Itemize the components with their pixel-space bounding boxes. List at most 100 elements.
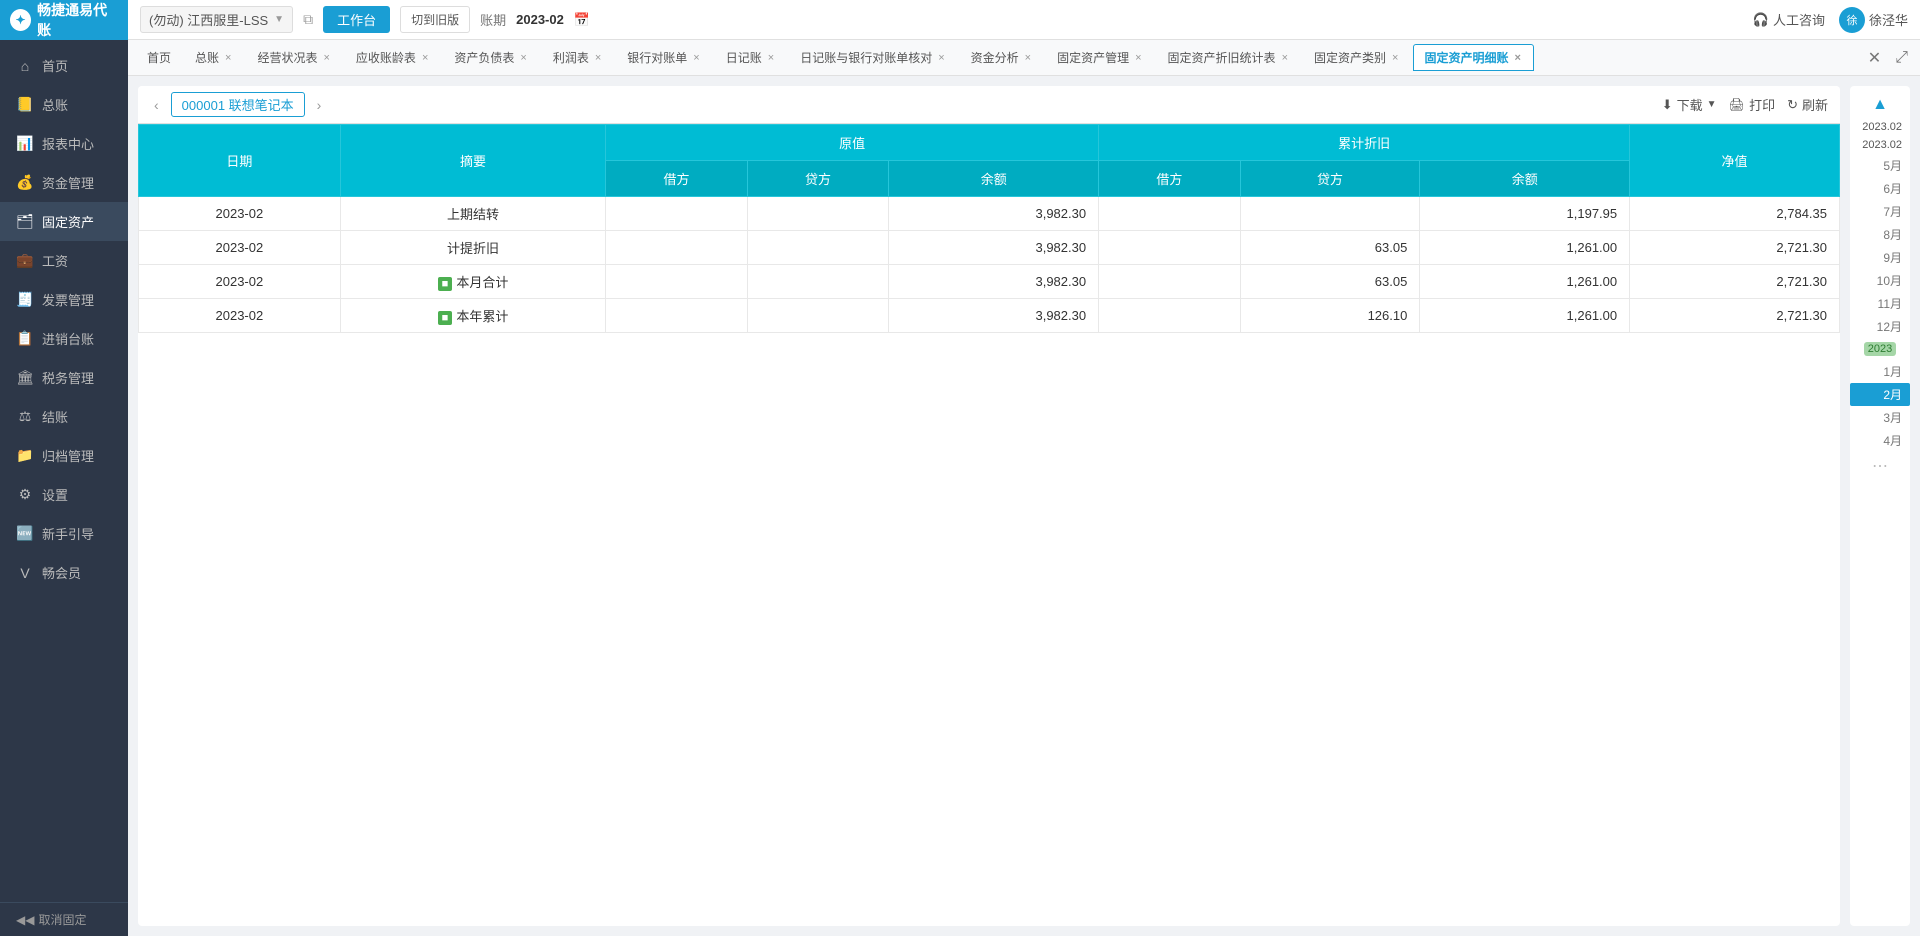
tab-bank[interactable]: 银行对账单 × bbox=[616, 44, 712, 71]
timeline-month-5[interactable]: 5月 bbox=[1850, 154, 1910, 177]
sidebar-item-label: 报表中心 bbox=[42, 134, 94, 153]
sidebar-item-label: 发票管理 bbox=[42, 290, 94, 309]
tab-ledger[interactable]: 总账 × bbox=[184, 44, 244, 71]
tab-label: 日记账 bbox=[726, 49, 762, 66]
timeline-up-button[interactable]: ▲ bbox=[1868, 92, 1892, 118]
sidebar-item-home[interactable]: ⌂ 首页 bbox=[0, 46, 128, 85]
tab-close-icon[interactable]: × bbox=[518, 51, 528, 65]
refresh-button[interactable]: ↻ 刷新 bbox=[1787, 95, 1828, 114]
sidebar-item-settlement[interactable]: ⚖ 结账 bbox=[0, 397, 128, 436]
sidebar-item-ledger[interactable]: 📒 总账 bbox=[0, 85, 128, 124]
col-accum-credit: 贷方 bbox=[1240, 161, 1420, 197]
table-row: 2023-02 ■本月合计 3,982.30 63.05 1,261.00 2,… bbox=[139, 265, 1840, 299]
timeline-month-11[interactable]: 11月 bbox=[1850, 292, 1910, 315]
tab-asset-mgmt[interactable]: 固定资产管理 × bbox=[1046, 44, 1154, 71]
refresh-icon: ↻ bbox=[1787, 97, 1798, 113]
tab-profit[interactable]: 利润表 × bbox=[542, 44, 614, 71]
tab-close-icon[interactable]: × bbox=[321, 51, 331, 65]
cell-date: 2023-02 bbox=[139, 231, 341, 265]
tab-home[interactable]: 首页 bbox=[136, 44, 182, 71]
timeline-month-4[interactable]: 4月 bbox=[1850, 429, 1910, 452]
company-selector[interactable]: (勿动) 江西服里-LSS ▼ bbox=[140, 6, 293, 33]
sidebar-item-assets[interactable]: 🗂 固定资产 bbox=[0, 202, 128, 241]
sidebar-item-label: 工资 bbox=[42, 251, 68, 270]
table-row: 2023-02 上期结转 3,982.30 1,197.95 2,784.35 bbox=[139, 197, 1840, 231]
tab-fund-analysis[interactable]: 资金分析 × bbox=[960, 44, 1044, 71]
timeline-month-7[interactable]: 7月 bbox=[1850, 200, 1910, 223]
download-button[interactable]: ⬇ 下载 ▼ bbox=[1662, 95, 1717, 114]
settlement-icon: ⚖ bbox=[16, 408, 34, 425]
asset-panel-header: ‹ 000001 联想笔记本 › ⬇ 下载 ▼ 🖨 打印 ↻ 刷新 bbox=[138, 86, 1840, 124]
timeline-more-icon[interactable]: ⋯ bbox=[1868, 452, 1892, 480]
sidebar-item-payroll[interactable]: 💼 工资 bbox=[0, 241, 128, 280]
app-logo: ✦ 畅捷通易代账 bbox=[0, 0, 128, 40]
payroll-icon: 💼 bbox=[16, 252, 34, 269]
user-info[interactable]: 徐 徐泾华 bbox=[1839, 7, 1908, 33]
sidebar-item-member[interactable]: V 畅会员 bbox=[0, 553, 128, 592]
timeline-month-12[interactable]: 12月 bbox=[1850, 315, 1910, 338]
tab-asset-depr[interactable]: 固定资产折旧统计表 × bbox=[1157, 44, 1301, 71]
sidebar-item-guide[interactable]: 🆕 新手引导 bbox=[0, 514, 128, 553]
download-label: 下载 bbox=[1677, 95, 1703, 114]
timeline-month-8[interactable]: 8月 bbox=[1850, 223, 1910, 246]
sidebar-item-label: 总账 bbox=[42, 95, 68, 114]
cell-description: ■本月合计 bbox=[340, 265, 605, 299]
tab-journal[interactable]: 日记账 × bbox=[715, 44, 787, 71]
copy-icon[interactable]: ⧉ bbox=[303, 11, 313, 28]
timeline-month-2[interactable]: 2月 bbox=[1850, 383, 1910, 406]
table-row: 2023-02 计提折旧 3,982.30 63.05 1,261.00 2,7… bbox=[139, 231, 1840, 265]
timeline-month-10[interactable]: 10月 bbox=[1850, 269, 1910, 292]
sidebar-item-funds[interactable]: 💰 资金管理 bbox=[0, 163, 128, 202]
sidebar-item-archive[interactable]: 📁 归档管理 bbox=[0, 436, 128, 475]
workspace-button[interactable]: 工作台 bbox=[323, 6, 390, 33]
tab-balance[interactable]: 资产负债表 × bbox=[443, 44, 539, 71]
nav-prev-button[interactable]: ‹ bbox=[150, 95, 163, 115]
reports-icon: 📊 bbox=[16, 135, 34, 152]
tab-close-icon[interactable]: × bbox=[691, 51, 701, 65]
tab-close-icon[interactable]: × bbox=[1023, 51, 1033, 65]
nav-next-button[interactable]: › bbox=[313, 95, 326, 115]
old-version-button[interactable]: 切到旧版 bbox=[400, 6, 470, 33]
tab-close-icon[interactable]: × bbox=[1280, 51, 1290, 65]
sidebar-item-tax[interactable]: 🏛 税务管理 bbox=[0, 358, 128, 397]
timeline-month-6[interactable]: 6月 bbox=[1850, 177, 1910, 200]
tab-close-icon[interactable]: × bbox=[1133, 51, 1143, 65]
tab-close-icon[interactable]: × bbox=[1390, 51, 1400, 65]
tab-label: 总账 bbox=[195, 49, 219, 66]
sidebar-item-label: 固定资产 bbox=[42, 212, 94, 231]
tab-close-icon[interactable]: × bbox=[936, 51, 946, 65]
dropdown-icon: ▼ bbox=[1707, 99, 1717, 110]
cell-accum-debit bbox=[1099, 299, 1241, 333]
tab-close-icon[interactable]: × bbox=[420, 51, 430, 65]
tab-asset-cat[interactable]: 固定资产类别 × bbox=[1303, 44, 1411, 71]
timeline-month-1[interactable]: 1月 bbox=[1850, 360, 1910, 383]
sidebar-item-reports[interactable]: 📊 报表中心 bbox=[0, 124, 128, 163]
avatar: 徐 bbox=[1839, 7, 1865, 33]
tab-asset-detail[interactable]: 固定资产明细账 × bbox=[1413, 44, 1533, 71]
tab-close-icon[interactable]: × bbox=[766, 51, 776, 65]
sidebar-item-settings[interactable]: ⚙ 设置 bbox=[0, 475, 128, 514]
close-tab-icon[interactable]: ✕ bbox=[1864, 46, 1885, 70]
sidebar-unpin[interactable]: ◀◀ 取消固定 bbox=[0, 902, 128, 936]
sidebar-item-sales[interactable]: 📋 进销台账 bbox=[0, 319, 128, 358]
tab-bank-check[interactable]: 日记账与银行对账单核对 × bbox=[789, 44, 957, 71]
expand-icon[interactable]: ⤢ bbox=[1891, 47, 1912, 69]
cell-accum-debit bbox=[1099, 197, 1241, 231]
timeline-panel: ▲ 2023.02 2023.02 5月 6月 7月 8月 9月 10月 11月… bbox=[1850, 86, 1910, 926]
cell-accum-credit: 63.05 bbox=[1240, 231, 1420, 265]
tab-receivable[interactable]: 应收账龄表 × bbox=[345, 44, 441, 71]
timeline-month-9[interactable]: 9月 bbox=[1850, 246, 1910, 269]
sidebar-item-invoice[interactable]: 🧾 发票管理 bbox=[0, 280, 128, 319]
archive-icon: 📁 bbox=[16, 447, 34, 464]
tab-close-icon[interactable]: × bbox=[1512, 51, 1522, 65]
tab-close-icon[interactable]: × bbox=[593, 51, 603, 65]
cell-orig-credit bbox=[747, 299, 889, 333]
calendar-icon[interactable]: 📅 bbox=[574, 12, 590, 28]
print-label: 打印 bbox=[1749, 95, 1775, 114]
timeline-month-3[interactable]: 3月 bbox=[1850, 406, 1910, 429]
print-button[interactable]: 🖨 打印 bbox=[1729, 95, 1776, 114]
tab-business[interactable]: 经营状况表 × bbox=[246, 44, 342, 71]
tab-close-icon[interactable]: × bbox=[223, 51, 233, 65]
service-button[interactable]: 🎧 人工咨询 bbox=[1753, 10, 1825, 29]
funds-icon: 💰 bbox=[16, 174, 34, 191]
